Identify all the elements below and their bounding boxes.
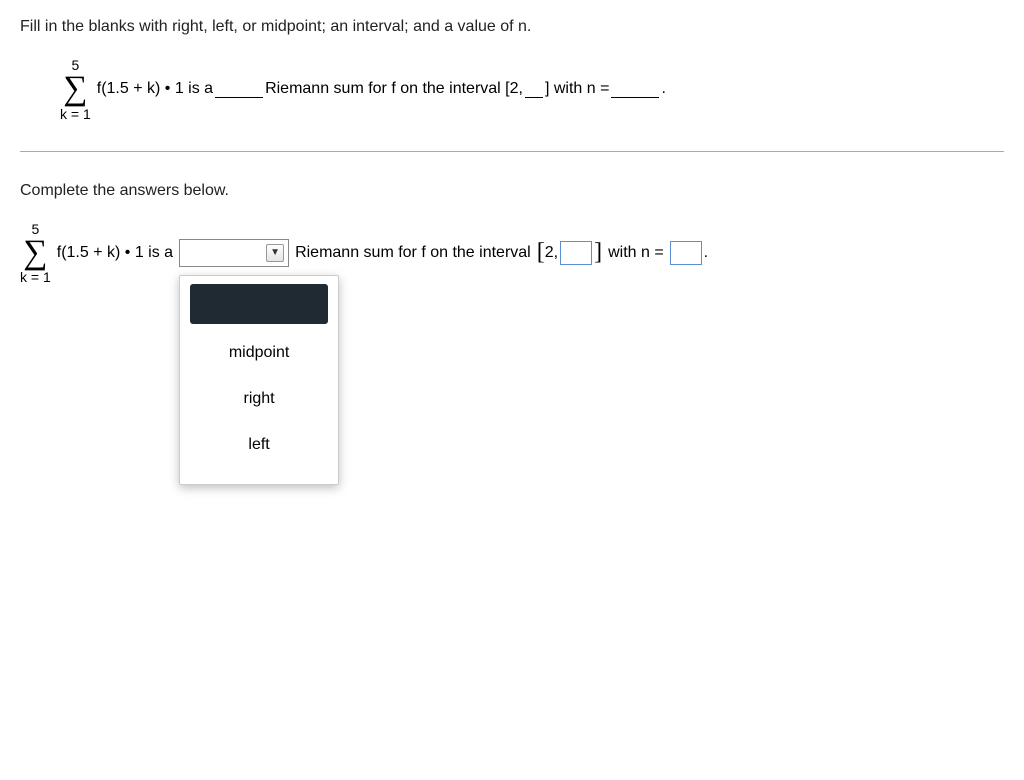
blank-n	[611, 81, 659, 99]
expr-part-3: ] with n =	[545, 80, 609, 98]
dropdown-option-blank[interactable]	[190, 284, 328, 324]
answer-period: .	[704, 244, 708, 262]
blank-interval-end	[525, 81, 543, 99]
with-n-text: with n =	[608, 244, 664, 262]
dropdown-menu: midpoint right left	[179, 275, 339, 485]
expr-part-1: f(1.5 + k) • 1 is a	[97, 80, 213, 98]
dropdown-option-right[interactable]: right	[190, 376, 328, 422]
blank-type	[215, 81, 263, 99]
answer-expression: 5 ∑ k = 1 f(1.5 + k) • 1 is a ▼ midpoint…	[20, 222, 1004, 285]
sigma-notation-answer: 5 ∑ k = 1	[20, 222, 51, 285]
sigma-symbol-answer: ∑	[23, 238, 47, 269]
dropdown-option-left[interactable]: left	[190, 422, 328, 468]
interval-start: 2,	[545, 244, 558, 262]
bracket-close: ]	[594, 239, 602, 266]
sigma-symbol: ∑	[63, 74, 87, 105]
chevron-down-icon: ▼	[266, 244, 284, 262]
answer-expr-2: Riemann sum for f on the interval	[295, 244, 531, 262]
n-value-input[interactable]	[670, 241, 702, 265]
answer-expr-1: f(1.5 + k) • 1 is a	[57, 244, 173, 262]
expr-part-2: Riemann sum for f on the interval [2,	[265, 80, 523, 98]
expr-period: .	[661, 80, 665, 98]
question-expression: 5 ∑ k = 1 f(1.5 + k) • 1 is a Riemann su…	[60, 58, 1004, 121]
riemann-type-dropdown[interactable]: ▼	[179, 239, 289, 267]
bracket-open: [	[537, 239, 545, 266]
sigma-lower-answer: k = 1	[20, 270, 51, 284]
sigma-notation: 5 ∑ k = 1	[60, 58, 91, 121]
dropdown-option-midpoint[interactable]: midpoint	[190, 330, 328, 376]
question-prompt: Fill in the blanks with right, left, or …	[20, 18, 1004, 36]
divider	[20, 151, 1004, 152]
answer-instruction: Complete the answers below.	[20, 182, 1004, 200]
sigma-lower: k = 1	[60, 107, 91, 121]
interval-end-input[interactable]	[560, 241, 592, 265]
